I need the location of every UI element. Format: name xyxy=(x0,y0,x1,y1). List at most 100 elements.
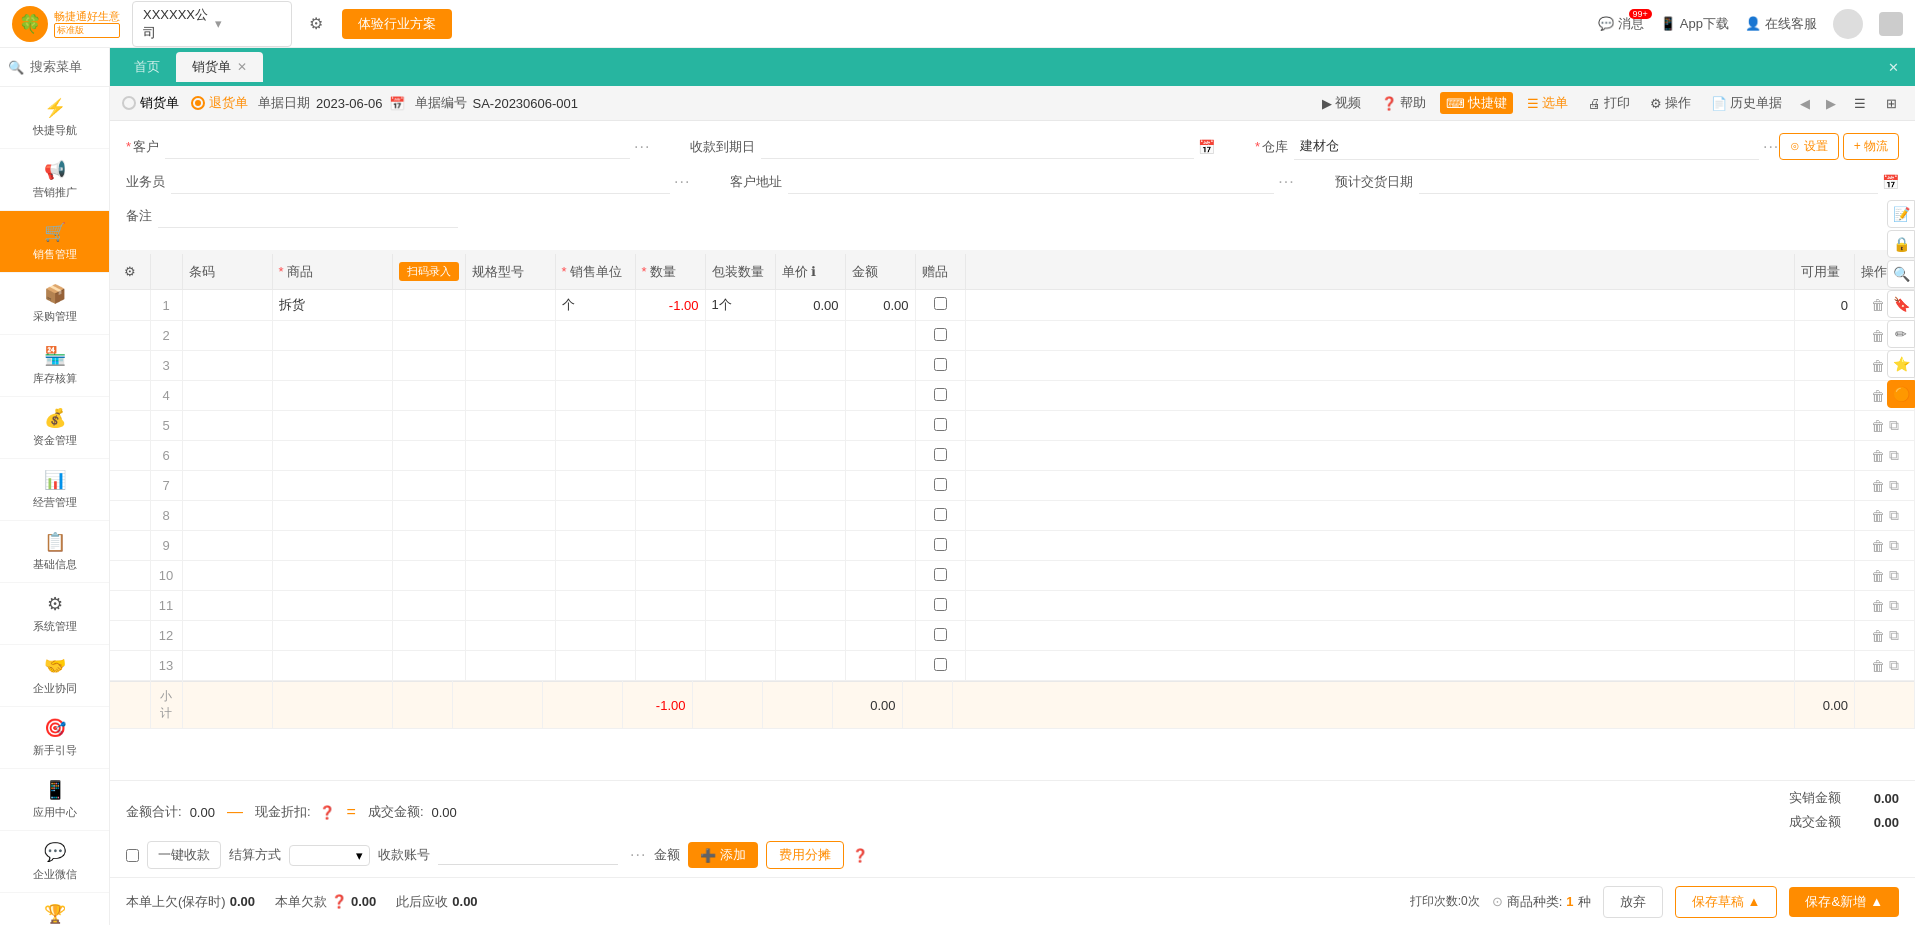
float-btn-5[interactable]: ✏ xyxy=(1887,320,1915,348)
td-price[interactable] xyxy=(775,411,845,441)
td-price[interactable] xyxy=(775,531,845,561)
td-unit[interactable] xyxy=(555,351,635,381)
td-spec[interactable] xyxy=(465,441,555,471)
td-amount[interactable]: 0.00 xyxy=(845,290,915,321)
td-price[interactable] xyxy=(775,471,845,501)
td-spec[interactable] xyxy=(465,351,555,381)
warehouse-value[interactable]: 建材仓 xyxy=(1294,133,1759,160)
row-copy-icon[interactable]: ⧉ xyxy=(1889,417,1899,434)
td-amount[interactable] xyxy=(845,591,915,621)
split-btn[interactable]: 费用分摊 xyxy=(766,841,844,869)
td-price[interactable] xyxy=(775,321,845,351)
row-delete-icon[interactable]: 🗑 xyxy=(1871,658,1885,674)
row-delete-icon[interactable]: 🗑 xyxy=(1871,478,1885,494)
addr-picker-icon[interactable]: ··· xyxy=(1278,173,1294,191)
row-copy-icon[interactable]: ⧉ xyxy=(1889,477,1899,494)
td-amount[interactable] xyxy=(845,561,915,591)
row-delete-icon[interactable]: 🗑 xyxy=(1871,598,1885,614)
td-amount[interactable] xyxy=(845,441,915,471)
td-amount[interactable] xyxy=(845,351,915,381)
add-btn[interactable]: ➕ 添加 xyxy=(688,842,758,868)
notes-input[interactable] xyxy=(158,204,458,228)
row-delete-icon[interactable]: 🗑 xyxy=(1871,418,1885,434)
gift-checkbox[interactable] xyxy=(934,628,947,641)
nav-next[interactable]: ▶ xyxy=(1822,94,1840,113)
toolbar-print-btn[interactable]: 🖨 打印 xyxy=(1582,92,1636,114)
discount-help-icon[interactable]: ❓ xyxy=(319,805,335,820)
account-picker[interactable]: ··· xyxy=(630,846,646,864)
td-goods[interactable] xyxy=(272,441,392,471)
td-spec[interactable] xyxy=(465,381,555,411)
td-amount[interactable] xyxy=(845,321,915,351)
td-goods[interactable] xyxy=(272,411,392,441)
date-calendar-icon[interactable]: 📅 xyxy=(389,96,405,111)
sidebar-item-purchase[interactable]: 📦 采购管理 xyxy=(0,273,109,335)
th-gear[interactable]: ⚙ xyxy=(110,254,150,290)
td-goods[interactable] xyxy=(272,621,392,651)
td-goods[interactable] xyxy=(272,471,392,501)
td-gift[interactable] xyxy=(915,591,965,621)
row-copy-icon[interactable]: ⧉ xyxy=(1889,597,1899,614)
tab-close-all[interactable]: ✕ xyxy=(1880,60,1907,75)
td-barcode[interactable] xyxy=(182,321,272,351)
td-barcode[interactable] xyxy=(182,501,272,531)
sidebar-item-appcenter[interactable]: 📱 应用中心 xyxy=(0,769,109,831)
td-gift[interactable] xyxy=(915,561,965,591)
td-price[interactable] xyxy=(775,501,845,531)
toolbar-help-btn[interactable]: ❓ 帮助 xyxy=(1375,92,1432,114)
company-selector[interactable]: XXXXXX公司 ▾ xyxy=(132,1,292,47)
row-delete-icon[interactable]: 🗑 xyxy=(1871,508,1885,524)
td-gift[interactable] xyxy=(915,471,965,501)
td-amount[interactable] xyxy=(845,411,915,441)
td-barcode[interactable] xyxy=(182,651,272,681)
nav-prev[interactable]: ◀ xyxy=(1796,94,1814,113)
save-draft-button[interactable]: 保存草稿 ▲ xyxy=(1675,886,1778,918)
td-pkgqty[interactable] xyxy=(705,381,775,411)
due-date-input[interactable] xyxy=(761,135,1193,159)
td-pkgqty[interactable] xyxy=(705,651,775,681)
td-goods[interactable] xyxy=(272,381,392,411)
row-copy-icon[interactable]: ⧉ xyxy=(1889,447,1899,464)
user-avatar[interactable] xyxy=(1833,9,1863,39)
td-pkgqty[interactable] xyxy=(705,531,775,561)
td-unit[interactable] xyxy=(555,501,635,531)
td-spec[interactable] xyxy=(465,411,555,441)
float-btn-1[interactable]: 📝 xyxy=(1887,200,1915,228)
td-gift[interactable] xyxy=(915,531,965,561)
td-price[interactable] xyxy=(775,591,845,621)
gift-checkbox[interactable] xyxy=(934,568,947,581)
row-copy-icon[interactable]: ⧉ xyxy=(1889,567,1899,584)
td-gift[interactable] xyxy=(915,321,965,351)
td-goods[interactable] xyxy=(272,501,392,531)
td-goods[interactable] xyxy=(272,561,392,591)
td-unit[interactable] xyxy=(555,561,635,591)
row-copy-icon[interactable]: ⧉ xyxy=(1889,507,1899,524)
td-gift[interactable] xyxy=(915,441,965,471)
td-barcode[interactable] xyxy=(182,351,272,381)
radio-sale-order[interactable]: 销货单 xyxy=(122,94,179,112)
gift-checkbox[interactable] xyxy=(934,598,947,611)
toolbar-shortcut-btn[interactable]: ⌨ 快捷键 xyxy=(1440,92,1513,114)
expected-date-input[interactable] xyxy=(1419,170,1878,194)
td-pkgqty[interactable] xyxy=(705,621,775,651)
row-delete-icon[interactable]: 🗑 xyxy=(1871,297,1885,313)
tab-home[interactable]: 首页 xyxy=(118,52,176,82)
td-spec[interactable] xyxy=(465,621,555,651)
td-pkgqty[interactable] xyxy=(705,591,775,621)
user-avatar2[interactable] xyxy=(1879,12,1903,36)
td-qty[interactable]: -1.00 xyxy=(635,290,705,321)
online-service-btn[interactable]: 👤 在线客服 xyxy=(1745,15,1817,33)
float-btn-2[interactable]: 🔒 xyxy=(1887,230,1915,258)
td-unit[interactable] xyxy=(555,321,635,351)
gift-checkbox[interactable] xyxy=(934,478,947,491)
sidebar-item-basics[interactable]: 📋 基础信息 xyxy=(0,521,109,583)
td-price[interactable] xyxy=(775,351,845,381)
sidebar-item-sales[interactable]: 🛒 销售管理 xyxy=(0,211,109,273)
row-delete-icon[interactable]: 🗑 xyxy=(1871,358,1885,374)
sidebar-item-operations[interactable]: 📊 经营管理 xyxy=(0,459,109,521)
customer-input[interactable] xyxy=(165,135,630,159)
logistics-button[interactable]: + 物流 xyxy=(1843,133,1899,160)
td-qty[interactable] xyxy=(635,651,705,681)
td-gift[interactable] xyxy=(915,651,965,681)
td-qty[interactable] xyxy=(635,351,705,381)
